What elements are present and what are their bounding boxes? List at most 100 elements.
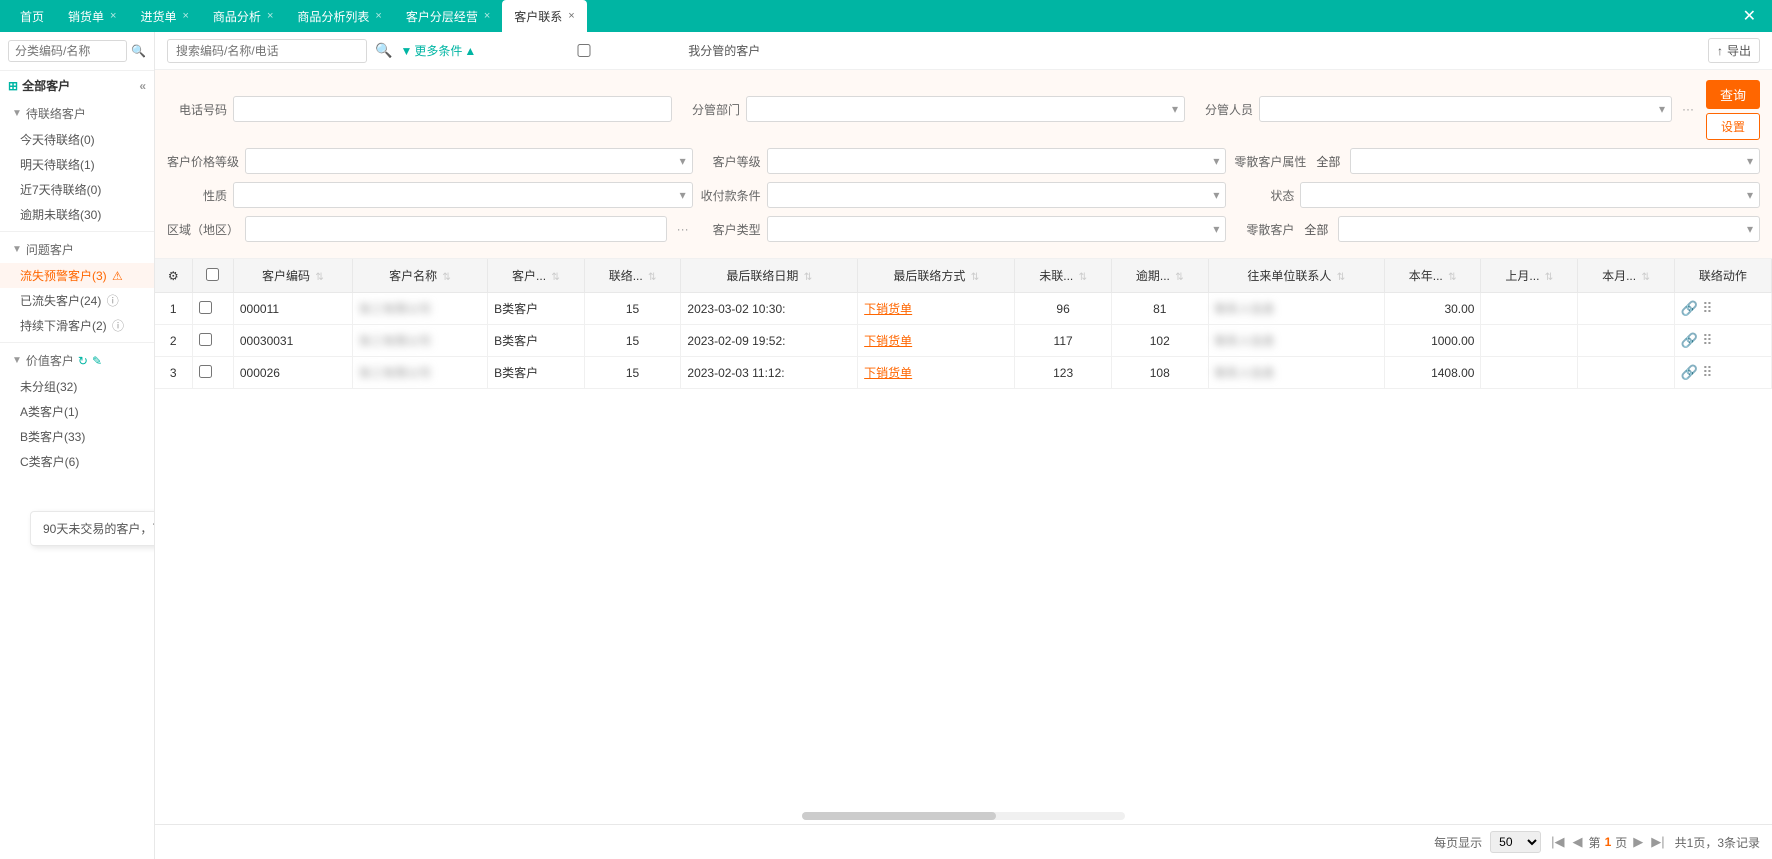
filter-manager-select[interactable]: ▾ xyxy=(1259,96,1672,122)
row-checkbox[interactable] xyxy=(192,357,233,389)
row-last-contact-method[interactable]: 下销货单 xyxy=(858,325,1015,357)
sidebar-section-value[interactable]: ▼ 价值客户 ↻ ✎ xyxy=(0,347,154,374)
row-more-icon[interactable]: ⠿ xyxy=(1702,300,1712,317)
export-button[interactable]: ↑ 导出 xyxy=(1708,38,1760,63)
sidebar-item-tomorrow-contact[interactable]: 明天待联络(1) xyxy=(0,152,154,177)
sidebar-section-pending[interactable]: ▼ 待联络客户 xyxy=(0,100,154,127)
row-last-contact-method[interactable]: 下销货单 xyxy=(858,357,1015,389)
row-last-contact-method[interactable]: 下销货单 xyxy=(858,293,1015,325)
settings-button[interactable]: 设置 xyxy=(1706,113,1760,140)
tab-customer-contact-close[interactable]: × xyxy=(568,10,574,22)
col-contact-person[interactable]: 往来单位联系人 ⇅ xyxy=(1208,259,1384,293)
col-this-month[interactable]: 本月... ⇅ xyxy=(1578,259,1675,293)
edit-icon[interactable]: ✎ xyxy=(92,354,102,368)
filter-dept-field: 分管部门 ▾ xyxy=(680,96,1185,122)
no-contact-sort-icon: ⇅ xyxy=(1079,272,1087,283)
row-checkbox[interactable] xyxy=(192,293,233,325)
manager-chevron-icon: ▾ xyxy=(1659,102,1665,116)
contact-days-sort-icon: ⇅ xyxy=(648,272,656,283)
col-last-contact-method[interactable]: 最后联络方式 ⇅ xyxy=(858,259,1015,293)
filter-customer-level-select[interactable]: ▾ xyxy=(767,148,1227,174)
sidebar-item-7day-contact[interactable]: 近7天待联络(0) xyxy=(0,177,154,202)
filter-customer-type-select[interactable]: ▾ xyxy=(767,216,1227,242)
horizontal-scrollbar[interactable] xyxy=(802,812,1125,820)
row-contact-person: 联系人信息 xyxy=(1208,357,1384,389)
sidebar-item-class-a[interactable]: A类客户(1) xyxy=(0,399,154,424)
tab-customer-contact[interactable]: 客户联系 × xyxy=(502,0,586,32)
scroll-thumb[interactable] xyxy=(802,812,996,820)
next-page-btn[interactable]: ▶ xyxy=(1631,834,1645,850)
filter-region-more[interactable]: ··· xyxy=(673,222,693,236)
filter-region-input[interactable] xyxy=(245,216,667,242)
prev-page-btn[interactable]: ◀ xyxy=(1571,834,1585,850)
row-more-icon[interactable]: ⠿ xyxy=(1702,364,1712,381)
sidebar-all-customers[interactable]: ⊞ 全部客户 « xyxy=(0,71,154,100)
row-this-month xyxy=(1578,293,1675,325)
last-page-btn[interactable]: ▶| xyxy=(1649,834,1666,850)
tab-product-analysis[interactable]: 商品分析 × xyxy=(201,0,285,32)
sidebar-collapse-icon[interactable]: « xyxy=(139,79,146,93)
sidebar-section-problem[interactable]: ▼ 问题客户 xyxy=(0,236,154,263)
pagination: |◀ ◀ 第 1 页 ▶ ▶| xyxy=(1549,834,1666,851)
filter-dept-select[interactable]: ▾ xyxy=(746,96,1185,122)
col-last-month[interactable]: 上月... ⇅ xyxy=(1481,259,1578,293)
filter-status-select[interactable]: ▾ xyxy=(1300,182,1760,208)
first-page-btn[interactable]: |◀ xyxy=(1549,834,1566,850)
row-link-icon[interactable]: 🔗 xyxy=(1681,364,1698,381)
per-page-select[interactable]: 50 100 200 xyxy=(1490,831,1541,853)
tab-sales-order[interactable]: 销货单 × xyxy=(56,0,128,32)
search-input[interactable] xyxy=(167,39,367,63)
sidebar-item-class-c[interactable]: C类客户(6) xyxy=(0,449,154,474)
sidebar-item-overdue-contact[interactable]: 逾期未联络(30) xyxy=(0,202,154,227)
filter-zero-customer-select[interactable]: ▾ xyxy=(1338,216,1760,242)
tab-home[interactable]: 首页 xyxy=(8,0,56,32)
my-customers-checkbox[interactable]: 我分管的客户 xyxy=(484,42,760,59)
filter-zero-attr-select[interactable]: ▾ xyxy=(1350,148,1760,174)
filter-manager-more[interactable]: ··· xyxy=(1678,102,1698,116)
refresh-icon[interactable]: ↻ xyxy=(78,354,88,368)
col-overdue[interactable]: 逾期... ⇅ xyxy=(1111,259,1208,293)
select-all-checkbox[interactable] xyxy=(206,268,219,281)
sidebar-item-churned[interactable]: 已流失客户(24) ⓘ xyxy=(0,288,154,313)
window-close-btn[interactable]: ✕ xyxy=(1735,6,1764,26)
query-button[interactable]: 查询 xyxy=(1706,80,1760,109)
sidebar-item-today-contact[interactable]: 今天待联络(0) xyxy=(0,127,154,152)
sidebar-item-churn-warning[interactable]: 流失预警客户(3) ⚠ xyxy=(0,263,154,288)
col-code[interactable]: 客户编码 ⇅ xyxy=(233,259,352,293)
col-level[interactable]: 客户... ⇅ xyxy=(488,259,585,293)
filter-phone-input[interactable] xyxy=(233,96,672,122)
tab-customer-tier-close[interactable]: × xyxy=(484,10,490,22)
col-settings[interactable]: ⚙ xyxy=(155,259,192,293)
row-link-icon[interactable]: 🔗 xyxy=(1681,332,1698,349)
tab-customer-tier[interactable]: 客户分层经营 × xyxy=(394,0,502,32)
my-customers-check[interactable] xyxy=(484,44,684,57)
last-date-sort-icon: ⇅ xyxy=(804,272,812,283)
filter-nature-select[interactable]: ▾ xyxy=(233,182,693,208)
col-name[interactable]: 客户名称 ⇅ xyxy=(352,259,487,293)
row-checkbox[interactable] xyxy=(192,325,233,357)
row-link-icon[interactable]: 🔗 xyxy=(1681,300,1698,317)
sidebar-search-input[interactable] xyxy=(8,40,127,62)
col-year-amount[interactable]: 本年... ⇅ xyxy=(1384,259,1481,293)
filter-payment-select[interactable]: ▾ xyxy=(767,182,1227,208)
tab-product-analysis-list-close[interactable]: × xyxy=(375,10,381,22)
sidebar-search-icon[interactable]: 🔍 xyxy=(131,44,146,58)
filter-zero-customer-field: 零散客户 全部 ▾ xyxy=(1234,216,1760,242)
col-checkbox[interactable] xyxy=(192,259,233,293)
sidebar-item-declining[interactable]: 持续下滑客户(2) ⓘ xyxy=(0,313,154,338)
col-contact-days[interactable]: 联络... ⇅ xyxy=(584,259,681,293)
row-more-icon[interactable]: ⠿ xyxy=(1702,332,1712,349)
tab-sales-order-close[interactable]: × xyxy=(110,10,116,22)
tab-product-analysis-list[interactable]: 商品分析列表 × xyxy=(285,0,393,32)
tab-product-analysis-close[interactable]: × xyxy=(267,10,273,22)
tab-purchase-order[interactable]: 进货单 × xyxy=(128,0,200,32)
filter-search-icon[interactable]: 🔍 xyxy=(375,42,392,59)
tab-purchase-order-close[interactable]: × xyxy=(182,10,188,22)
filter-price-level-select[interactable]: ▾ xyxy=(245,148,693,174)
sidebar-item-class-b[interactable]: B类客户(33) xyxy=(0,424,154,449)
col-no-contact[interactable]: 未联... ⇅ xyxy=(1015,259,1112,293)
col-last-contact-date[interactable]: 最后联络日期 ⇅ xyxy=(681,259,858,293)
row-overdue: 108 xyxy=(1111,357,1208,389)
filter-more-btn[interactable]: ▼ 更多条件 ▲ xyxy=(400,42,476,59)
sidebar-item-unclassified[interactable]: 未分组(32) xyxy=(0,374,154,399)
